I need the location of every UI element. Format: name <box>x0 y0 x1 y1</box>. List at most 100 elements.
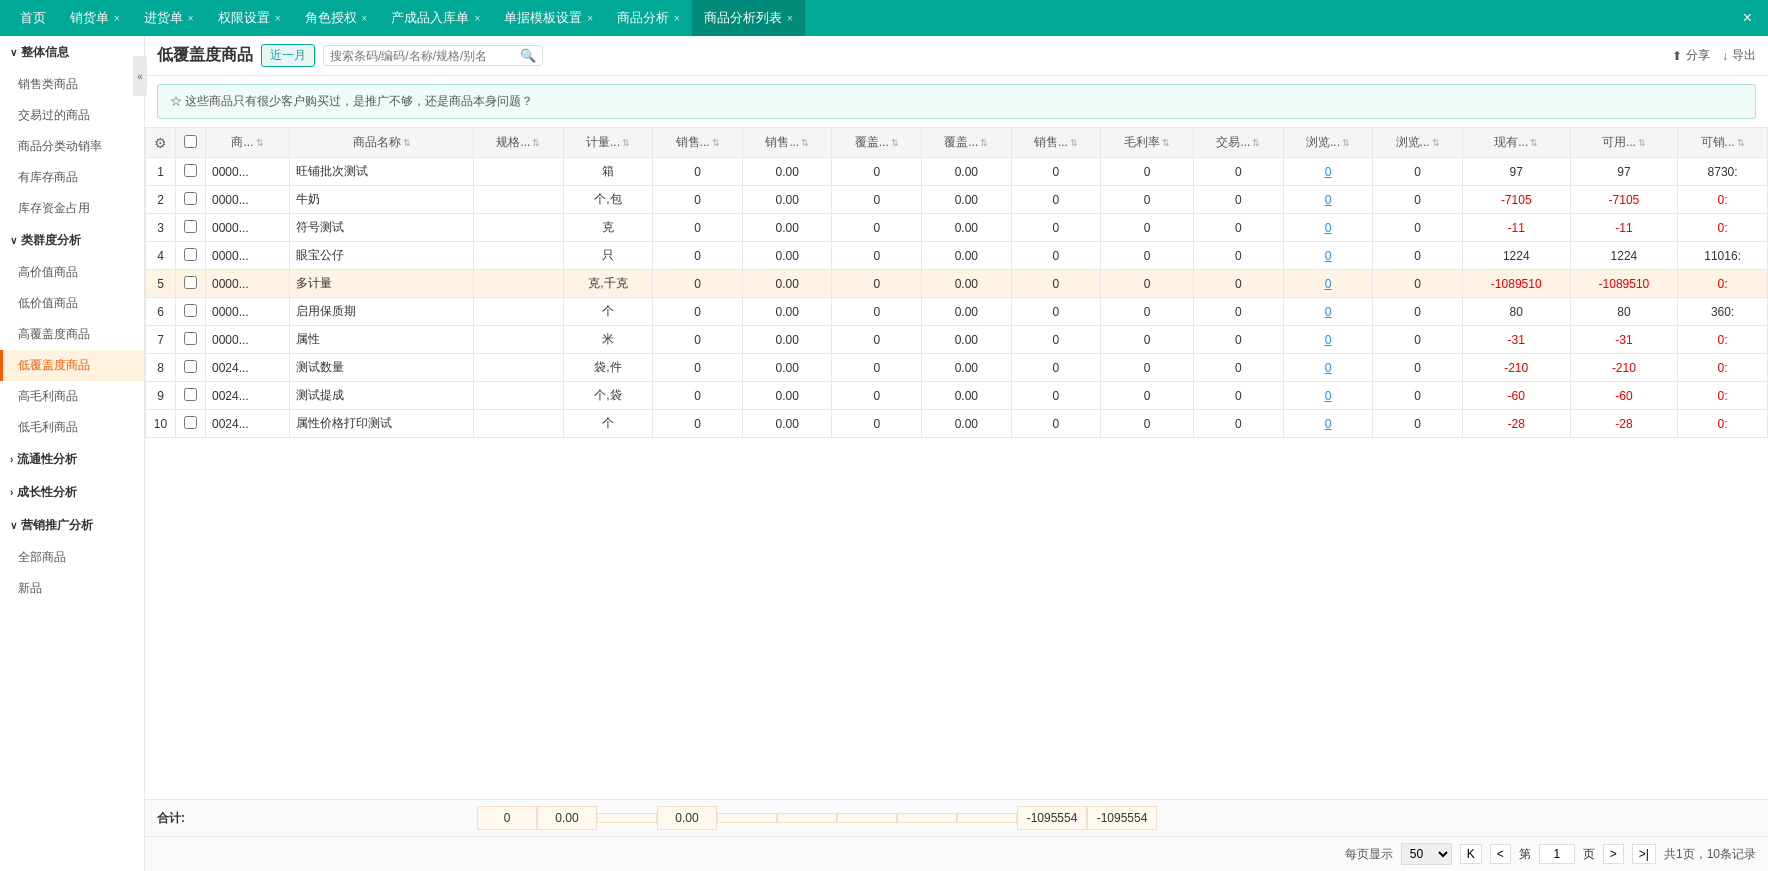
sidebar-item-high-coverage[interactable]: 高覆盖度商品 <box>0 319 144 350</box>
row-select-checkbox[interactable] <box>184 332 197 345</box>
row-checkbox[interactable] <box>176 382 206 410</box>
prev-page-button[interactable]: < <box>1490 844 1511 864</box>
row-browse1[interactable]: 0 <box>1283 382 1373 410</box>
nav-product-storage[interactable]: 产成品入库单 × <box>379 0 492 36</box>
row-checkbox[interactable] <box>176 326 206 354</box>
col-code-header[interactable]: 商...⇅ <box>206 128 290 158</box>
col-unit-header[interactable]: 计量...⇅ <box>563 128 653 158</box>
col-browse1-header[interactable]: 浏览...⇅ <box>1283 128 1373 158</box>
sidebar-item-low-margin[interactable]: 低毛利商品 <box>0 412 144 443</box>
close-icon[interactable]: × <box>275 13 281 24</box>
col-name-header[interactable]: 商品名称⇅ <box>289 128 473 158</box>
row-select-checkbox[interactable] <box>184 276 197 289</box>
row-checkbox[interactable] <box>176 158 206 186</box>
sidebar-collapse-button[interactable]: « <box>133 56 147 96</box>
nav-purchase-order[interactable]: 进货单 × <box>132 0 206 36</box>
sidebar-item-high-value[interactable]: 高价值商品 <box>0 257 144 288</box>
row-browse1[interactable]: 0 <box>1283 270 1373 298</box>
row-select-checkbox[interactable] <box>184 192 197 205</box>
sidebar-item-traded-products[interactable]: 交易过的商品 <box>0 100 144 131</box>
close-icon[interactable]: × <box>587 13 593 24</box>
first-page-button[interactable]: K <box>1460 844 1482 864</box>
col-saleable-header[interactable]: 可销...⇅ <box>1678 128 1768 158</box>
sidebar-item-category-turnover[interactable]: 商品分类动销率 <box>0 131 144 162</box>
settings-icon[interactable]: ⚙ <box>154 135 167 151</box>
sidebar-item-low-coverage[interactable]: 低覆盖度商品 <box>0 350 144 381</box>
col-browse2-header[interactable]: 浏览...⇅ <box>1373 128 1463 158</box>
row-sales-other: 0 <box>1011 158 1101 186</box>
row-select-checkbox[interactable] <box>184 360 197 373</box>
nav-product-analysis[interactable]: 商品分析 × <box>605 0 692 36</box>
row-spec <box>474 186 564 214</box>
row-browse1[interactable]: 0 <box>1283 158 1373 186</box>
col-sales-amt-header[interactable]: 销售...⇅ <box>742 128 832 158</box>
row-browse1[interactable]: 0 <box>1283 298 1373 326</box>
row-select-checkbox[interactable] <box>184 248 197 261</box>
col-trade-header[interactable]: 交易...⇅ <box>1194 128 1284 158</box>
nav-template-settings[interactable]: 单据模板设置 × <box>492 0 605 36</box>
sidebar-section-cluster[interactable]: ∨ 类群度分析 <box>0 224 144 257</box>
row-select-checkbox[interactable] <box>184 220 197 233</box>
search-input[interactable] <box>330 49 520 63</box>
next-page-button[interactable]: > <box>1603 844 1624 864</box>
nav-product-analysis-list[interactable]: 商品分析列表 × <box>692 0 805 36</box>
row-checkbox[interactable] <box>176 214 206 242</box>
row-select-checkbox[interactable] <box>184 388 197 401</box>
row-browse1[interactable]: 0 <box>1283 410 1373 438</box>
col-spec-header[interactable]: 规格...⇅ <box>474 128 564 158</box>
close-icon[interactable]: × <box>362 13 368 24</box>
close-icon[interactable]: × <box>188 13 194 24</box>
close-icon[interactable]: × <box>674 13 680 24</box>
close-icon[interactable]: × <box>114 13 120 24</box>
sidebar-item-sales-products[interactable]: 销售类商品 <box>0 69 144 100</box>
page-size-select[interactable]: 50 100 200 <box>1401 843 1452 865</box>
row-browse1[interactable]: 0 <box>1283 354 1373 382</box>
sidebar-section-liquidity[interactable]: › 流通性分析 <box>0 443 144 476</box>
sidebar-item-in-stock[interactable]: 有库存商品 <box>0 162 144 193</box>
close-icon[interactable]: × <box>474 13 480 24</box>
row-select-checkbox[interactable] <box>184 164 197 177</box>
sidebar-item-high-margin[interactable]: 高毛利商品 <box>0 381 144 412</box>
col-settings[interactable]: ⚙ <box>146 128 176 158</box>
row-checkbox[interactable] <box>176 354 206 382</box>
row-checkbox[interactable] <box>176 410 206 438</box>
row-checkbox[interactable] <box>176 242 206 270</box>
row-select-checkbox[interactable] <box>184 416 197 429</box>
sidebar-section-growth[interactable]: › 成长性分析 <box>0 476 144 509</box>
row-browse1[interactable]: 0 <box>1283 242 1373 270</box>
row-browse1[interactable]: 0 <box>1283 214 1373 242</box>
sidebar-item-inventory-capital[interactable]: 库存资金占用 <box>0 193 144 224</box>
row-checkbox[interactable] <box>176 298 206 326</box>
col-sales-other-header[interactable]: 销售...⇅ <box>1011 128 1101 158</box>
col-gross-margin-header[interactable]: 毛利率⇅ <box>1101 128 1194 158</box>
page-number-input[interactable] <box>1539 844 1575 864</box>
col-coverage2-header[interactable]: 覆盖...⇅ <box>922 128 1012 158</box>
row-code: 0024... <box>206 354 290 382</box>
share-button[interactable]: ⬆ 分享 <box>1672 47 1710 64</box>
last-page-button[interactable]: >| <box>1632 844 1656 864</box>
sidebar-item-new-products[interactable]: 新品 <box>0 573 144 604</box>
col-coverage1-header[interactable]: 覆盖...⇅ <box>832 128 922 158</box>
col-sales-qty-header[interactable]: 销售...⇅ <box>653 128 743 158</box>
close-icon[interactable]: × <box>787 13 793 24</box>
col-available-header[interactable]: 可用...⇅ <box>1570 128 1678 158</box>
nav-permission-settings[interactable]: 权限设置 × <box>206 0 293 36</box>
sidebar-section-marketing[interactable]: ∨ 营销推广分析 <box>0 509 144 542</box>
sidebar-item-all-products[interactable]: 全部商品 <box>0 542 144 573</box>
select-all-checkbox[interactable] <box>184 135 197 148</box>
row-browse1[interactable]: 0 <box>1283 326 1373 354</box>
row-coverage1: 0 <box>832 382 922 410</box>
row-browse1[interactable]: 0 <box>1283 186 1373 214</box>
close-all-button[interactable]: × <box>1735 9 1760 27</box>
row-checkbox[interactable] <box>176 270 206 298</box>
nav-role-auth[interactable]: 角色授权 × <box>293 0 380 36</box>
row-checkbox[interactable] <box>176 186 206 214</box>
row-select-checkbox[interactable] <box>184 304 197 317</box>
export-button[interactable]: ↓ 导出 <box>1722 47 1756 64</box>
nav-sales-order[interactable]: 销货单 × <box>58 0 132 36</box>
sidebar-item-low-value[interactable]: 低价值商品 <box>0 288 144 319</box>
period-button[interactable]: 近一月 <box>261 44 315 67</box>
col-current-header[interactable]: 现有...⇅ <box>1462 128 1570 158</box>
sidebar-section-overall[interactable]: ∨ 整体信息 <box>0 36 144 69</box>
nav-home[interactable]: 首页 <box>8 0 58 36</box>
